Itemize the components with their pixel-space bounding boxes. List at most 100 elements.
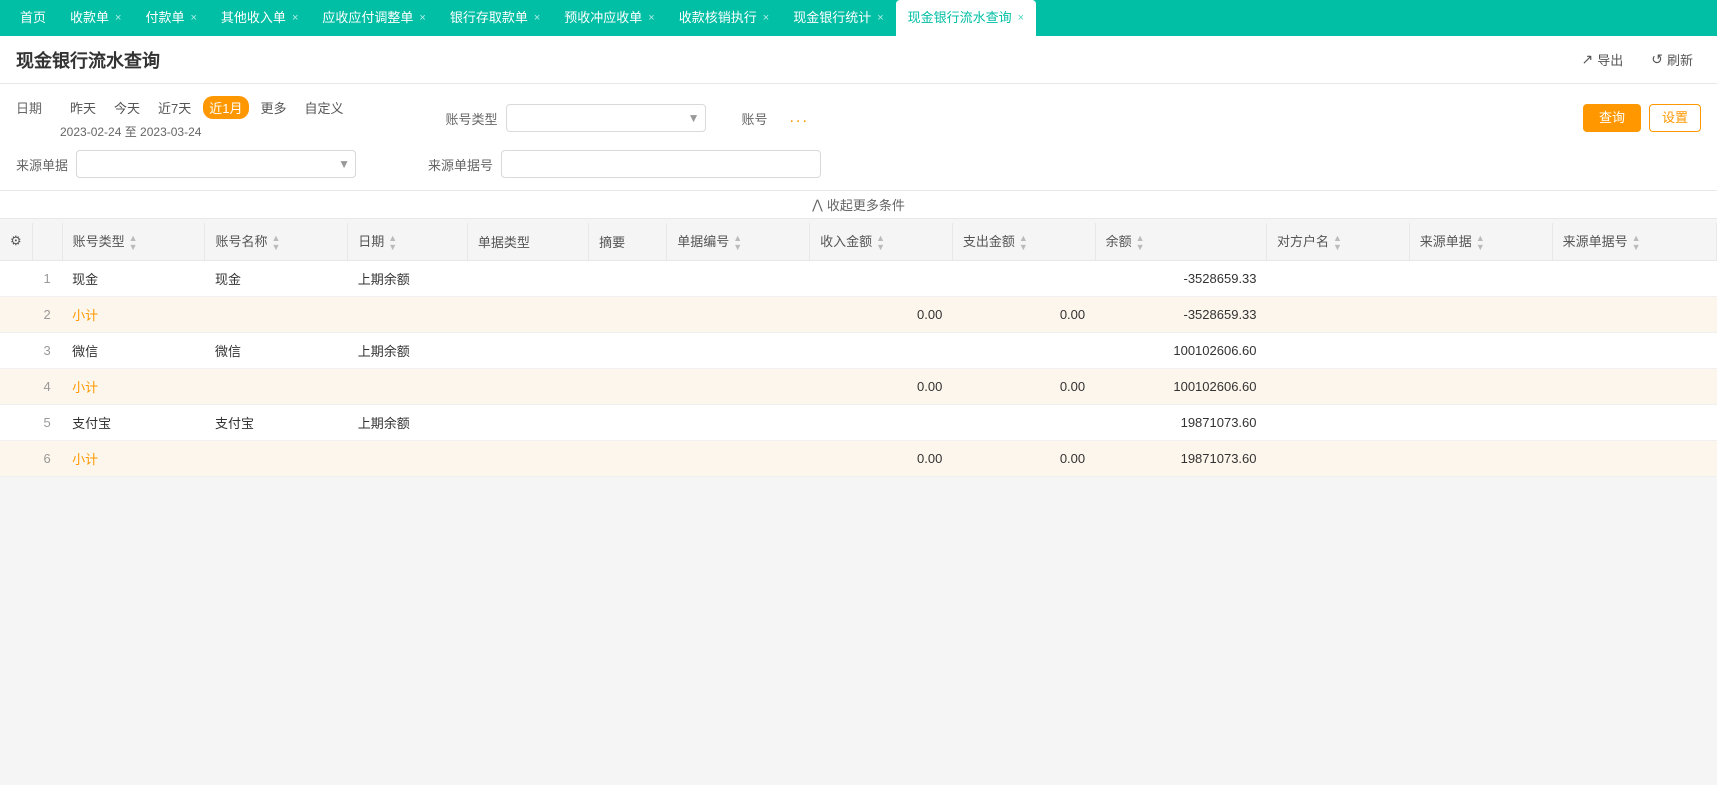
date-shortcut-近7天[interactable]: 近7天	[152, 96, 197, 119]
cell-doc_type	[467, 368, 588, 404]
refresh-button[interactable]: ↺ 刷新	[1643, 46, 1701, 73]
column-source_doc[interactable]: 来源单据▲▼	[1409, 223, 1552, 260]
account-more-button[interactable]: ...	[790, 109, 809, 127]
nav-tab-bank-stats[interactable]: 现金银行统计×	[781, 0, 895, 36]
date-shortcut-昨天[interactable]: 昨天	[64, 96, 102, 119]
column-settings[interactable]: ⚙	[0, 223, 32, 260]
column-income[interactable]: 收入金额▲▼	[810, 223, 953, 260]
nav-tab-advance-offset[interactable]: 预收冲应收单×	[552, 0, 666, 36]
close-icon[interactable]: ×	[763, 0, 769, 36]
date-shortcut-今天[interactable]: 今天	[108, 96, 146, 119]
data-table: ⚙账号类型▲▼账号名称▲▼日期▲▼单据类型摘要单据编号▲▼收入金额▲▼支出金额▲…	[0, 223, 1717, 477]
cell-counterparty	[1267, 260, 1410, 296]
table-row: 2小计0.000.00-3528659.33	[0, 296, 1717, 332]
cell-counterparty	[1267, 332, 1410, 368]
column-doc_no[interactable]: 单据编号▲▼	[667, 223, 810, 260]
filter-row-2: 来源单据 ▼ 来源单据号	[16, 150, 1701, 178]
cell-counterparty	[1267, 440, 1410, 476]
sort-icon[interactable]: ▲▼	[271, 234, 280, 252]
sort-icon[interactable]: ▲▼	[1333, 234, 1342, 252]
account-field: 账号 ...	[742, 109, 809, 128]
close-icon[interactable]: ×	[292, 0, 298, 36]
sort-icon[interactable]: ▲▼	[733, 234, 742, 252]
cell-account_name	[205, 296, 348, 332]
cell-source_doc	[1409, 440, 1552, 476]
nav-tabs: 收款单×付款单×其他收入单×应收应付调整单×银行存取款单×预收冲应收单×收款核销…	[58, 0, 1036, 36]
cell-expense	[952, 260, 1095, 296]
nav-tab-receipts[interactable]: 收款单×	[58, 0, 133, 36]
close-icon[interactable]: ×	[115, 0, 121, 36]
cell-account_type: 现金	[62, 260, 205, 296]
table-body: 1现金现金上期余额-3528659.332小计0.000.00-3528659.…	[0, 260, 1717, 476]
date-shortcut-近1月[interactable]: 近1月	[203, 96, 248, 119]
nav-tab-payments[interactable]: 付款单×	[133, 0, 208, 36]
column-source_doc_no[interactable]: 来源单据号▲▼	[1552, 223, 1716, 260]
cell-account_type: 小计	[62, 296, 205, 332]
table-row: 6小计0.000.0019871073.60	[0, 440, 1717, 476]
column-expense[interactable]: 支出金额▲▼	[952, 223, 1095, 260]
nav-tab-bank-flow[interactable]: 现金银行流水查询×	[896, 0, 1036, 36]
sort-icon[interactable]: ▲▼	[1136, 234, 1145, 252]
filter-row-1: 日期 昨天今天近7天近1月更多自定义 2023-02-24 至 2023-03-…	[16, 96, 1701, 140]
close-icon[interactable]: ×	[534, 0, 540, 36]
row-index: 2	[32, 296, 62, 332]
sort-icon[interactable]: ▲▼	[129, 234, 138, 252]
close-icon[interactable]: ×	[190, 0, 196, 36]
close-icon[interactable]: ×	[648, 0, 654, 36]
column-date[interactable]: 日期▲▼	[348, 223, 468, 260]
nav-tab-bank-deposit[interactable]: 银行存取款单×	[438, 0, 552, 36]
row-index: 5	[32, 404, 62, 440]
nav-tab-verify-exec[interactable]: 收款核销执行×	[667, 0, 781, 36]
refresh-icon: ↺	[1651, 51, 1663, 68]
collapse-icon: ⋀	[812, 197, 823, 213]
cell-expense	[952, 332, 1095, 368]
top-nav: 首页 收款单×付款单×其他收入单×应收应付调整单×银行存取款单×预收冲应收单×收…	[0, 0, 1717, 36]
close-icon[interactable]: ×	[419, 0, 425, 36]
account-type-select-wrapper: ▼	[506, 104, 706, 132]
sort-icon[interactable]: ▲▼	[876, 234, 885, 252]
page-header: 现金银行流水查询 ↗ 导出 ↺ 刷新	[0, 36, 1717, 84]
row-index: 6	[32, 440, 62, 476]
cell-date	[348, 296, 468, 332]
table-row: 5支付宝支付宝上期余额19871073.60	[0, 404, 1717, 440]
nav-home[interactable]: 首页	[8, 0, 58, 36]
nav-tab-other-income[interactable]: 其他收入单×	[209, 0, 310, 36]
table-row: 4小计0.000.00100102606.60	[0, 368, 1717, 404]
row-settings-cell	[0, 440, 32, 476]
cell-doc_no	[667, 368, 810, 404]
column-counterparty[interactable]: 对方户名▲▼	[1267, 223, 1410, 260]
page-title: 现金银行流水查询	[16, 47, 160, 73]
sort-icon[interactable]: ▲▼	[1476, 234, 1485, 252]
collapse-button[interactable]: ⋀ 收起更多条件	[812, 195, 905, 214]
account-type-select[interactable]	[506, 104, 706, 132]
cell-counterparty	[1267, 368, 1410, 404]
cell-expense: 0.00	[952, 368, 1095, 404]
table-row: 1现金现金上期余额-3528659.33	[0, 260, 1717, 296]
close-icon[interactable]: ×	[1018, 0, 1024, 36]
settings-button[interactable]: 设置	[1649, 104, 1701, 132]
sort-icon[interactable]: ▲▼	[1632, 234, 1641, 252]
source-doc-select[interactable]	[76, 150, 356, 178]
column-account_name[interactable]: 账号名称▲▼	[205, 223, 348, 260]
close-icon[interactable]: ×	[877, 0, 883, 36]
cell-source_doc	[1409, 260, 1552, 296]
source-doc-no-input[interactable]	[501, 150, 821, 178]
column-balance[interactable]: 余额▲▼	[1095, 223, 1266, 260]
sort-icon[interactable]: ▲▼	[1019, 234, 1028, 252]
nav-tab-ar-adjust[interactable]: 应收应付调整单×	[310, 0, 437, 36]
row-index: 1	[32, 260, 62, 296]
row-settings-cell	[0, 260, 32, 296]
sort-icon[interactable]: ▲▼	[388, 234, 397, 252]
query-button[interactable]: 查询	[1583, 104, 1641, 132]
column-doc_type: 单据类型	[467, 223, 588, 260]
date-shortcut-更多[interactable]: 更多	[255, 96, 293, 119]
cell-doc_no	[667, 332, 810, 368]
cell-source_doc_no	[1552, 296, 1716, 332]
cell-account_name: 微信	[205, 332, 348, 368]
cell-summary	[589, 440, 667, 476]
export-button[interactable]: ↗ 导出	[1574, 46, 1632, 73]
date-shortcut-自定义[interactable]: 自定义	[299, 96, 350, 119]
cell-source_doc_no	[1552, 260, 1716, 296]
column-account_type[interactable]: 账号类型▲▼	[62, 223, 205, 260]
cell-doc_type	[467, 404, 588, 440]
